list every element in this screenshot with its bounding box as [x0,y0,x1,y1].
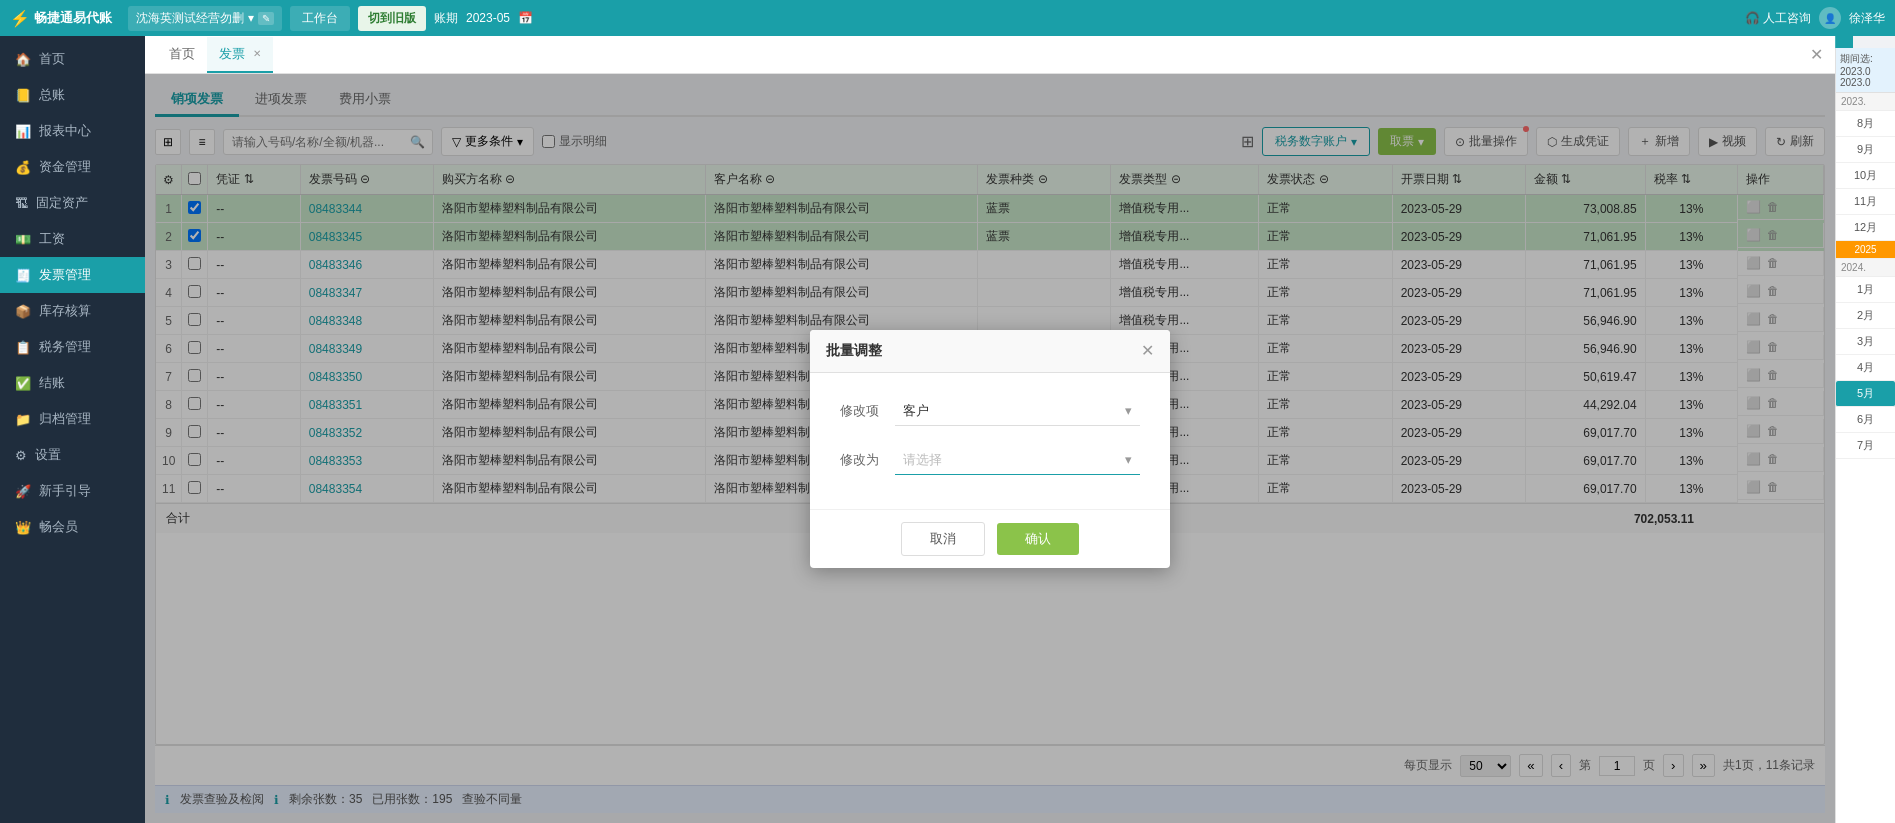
cal-active-indicator[interactable]: 2025 [1836,241,1895,259]
user-name: 徐泽华 [1849,10,1885,27]
sidebar-item-inventory[interactable]: 📦 库存核算 [0,293,145,329]
modal-close-icon[interactable]: ✕ [1141,343,1154,359]
settings-icon: ⚙ [15,448,27,463]
tab-bar: 首页 发票 ✕ ✕ [145,36,1835,74]
modal-footer: 取消 确认 [810,509,1170,568]
company-selector[interactable]: 沈海英测试经营勿删 ▾ ✎ [128,6,282,31]
period-value: 2023-05 [466,11,510,25]
cal-month-1[interactable]: 1月 [1836,277,1895,303]
modal-title: 批量调整 [826,342,882,360]
period-label: 账期 [434,10,458,27]
app-logo: ⚡ 畅捷通易代账 [10,9,120,28]
cal-year-2024: 2024. [1836,259,1895,277]
sidebar-item-archive[interactable]: 📁 归档管理 [0,401,145,437]
sidebar-item-home[interactable]: 🏠 首页 [0,41,145,77]
field-selector[interactable]: 客户 ▾ [895,397,1140,426]
value-dropdown-icon: ▾ [1125,452,1132,467]
company-edit-icon[interactable]: ✎ [258,12,274,25]
sidebar-item-close[interactable]: ✅ 结账 [0,365,145,401]
open-invoice-sidebar-btn[interactable]: 开票通 [1835,36,1853,48]
headphone-icon: 🎧 [1745,11,1760,25]
cal-month-9[interactable]: 9月 [1836,137,1895,163]
main-content: 首页 发票 ✕ ✕ 销项发票 进项发票 费用小票 [145,36,1835,823]
cal-month-3[interactable]: 3月 [1836,329,1895,355]
tab-home[interactable]: 首页 [157,37,207,73]
sidebar-item-member[interactable]: 👑 畅会员 [0,509,145,545]
value-label: 修改为 [840,451,895,469]
cal-month-6[interactable]: 6月 [1836,407,1895,433]
calendar-icon[interactable]: 📅 [518,11,533,25]
batch-adjust-modal: 批量调整 ✕ 修改项 客户 ▾ [810,330,1170,568]
funds-icon: 💰 [15,160,31,175]
workspace-btn[interactable]: 工作台 [290,6,350,31]
support-btn[interactable]: 🎧 人工咨询 [1745,10,1811,27]
logo-icon: ⚡ [10,9,30,28]
value-selector[interactable]: 请选择 ▾ [895,446,1140,475]
ledger-icon: 📒 [15,88,31,103]
content-area: 销项发票 进项发票 费用小票 ⊞ ≡ 🔍 ▽ 更多条件 [145,74,1835,823]
tax-icon: 📋 [15,340,31,355]
cal-notice-area: 期间选: 2023.0 2023.0 [1836,48,1895,93]
sidebar-item-tax[interactable]: 📋 税务管理 [0,329,145,365]
value-placeholder: 请选择 [903,451,942,469]
archive-icon: 📁 [15,412,31,427]
tab-collapse-icon[interactable]: ✕ [1810,45,1823,64]
switch-old-btn[interactable]: 切到旧版 [358,6,426,31]
close-account-icon: ✅ [15,376,31,391]
sidebar-item-guide[interactable]: 🚀 新手引导 [0,473,145,509]
cal-month-2[interactable]: 2月 [1836,303,1895,329]
field-value: 客户 [903,402,929,420]
value-row: 修改为 请选择 ▾ [840,446,1140,475]
cal-month-8[interactable]: 8月 [1836,111,1895,137]
inventory-icon: 📦 [15,304,31,319]
cal-year-2023: 2023. [1836,93,1895,111]
salary-icon: 💵 [15,232,31,247]
sidebar-item-settings[interactable]: ⚙ 设置 [0,437,145,473]
tab-invoice[interactable]: 发票 ✕ [207,37,273,73]
modal-overlay[interactable]: 批量调整 ✕ 修改项 客户 ▾ [145,74,1835,823]
sidebar-item-reports[interactable]: 📊 报表中心 [0,113,145,149]
sidebar-item-funds[interactable]: 💰 资金管理 [0,149,145,185]
modal-header: 批量调整 ✕ [810,330,1170,373]
reports-icon: 📊 [15,124,31,139]
company-dropdown-icon: ▾ [248,11,254,25]
cal-month-5-active[interactable]: 5月 [1836,381,1895,407]
field-row: 修改项 客户 ▾ [840,397,1140,426]
tab-close-icon[interactable]: ✕ [253,48,261,59]
sidebar: 🏠 首页 📒 总账 📊 报表中心 💰 资金管理 🏗 固定资产 💵 工资 🧾 发票… [0,36,145,823]
cal-month-12[interactable]: 12月 [1836,215,1895,241]
sidebar-item-ledger[interactable]: 📒 总账 [0,77,145,113]
cal-month-4[interactable]: 4月 [1836,355,1895,381]
cal-month-11[interactable]: 11月 [1836,189,1895,215]
user-avatar: 👤 [1819,7,1841,29]
right-panel: 开票通 期间选: 2023.0 2023.0 2023. 8月 9月 10月 1… [1835,36,1895,823]
cal-month-10[interactable]: 10月 [1836,163,1895,189]
calendar-panel: 期间选: 2023.0 2023.0 2023. 8月 9月 10月 11月 1… [1835,48,1895,823]
cancel-btn[interactable]: 取消 [901,522,985,556]
sidebar-item-salary[interactable]: 💵 工资 [0,221,145,257]
member-icon: 👑 [15,520,31,535]
modal-body: 修改项 客户 ▾ 修改为 请选择 ▾ [810,373,1170,509]
home-icon: 🏠 [15,52,31,67]
cal-month-7[interactable]: 7月 [1836,433,1895,459]
assets-icon: 🏗 [15,196,28,211]
invoice-icon: 🧾 [15,268,31,283]
field-dropdown-icon: ▾ [1125,403,1132,418]
sidebar-item-invoice[interactable]: 🧾 发票管理 [0,257,145,293]
top-bar: ⚡ 畅捷通易代账 沈海英测试经营勿删 ▾ ✎ 工作台 切到旧版 账期 2023-… [0,0,1895,36]
field-label: 修改项 [840,402,895,420]
guide-icon: 🚀 [15,484,31,499]
sidebar-item-assets[interactable]: 🏗 固定资产 [0,185,145,221]
confirm-btn[interactable]: 确认 [997,523,1079,555]
